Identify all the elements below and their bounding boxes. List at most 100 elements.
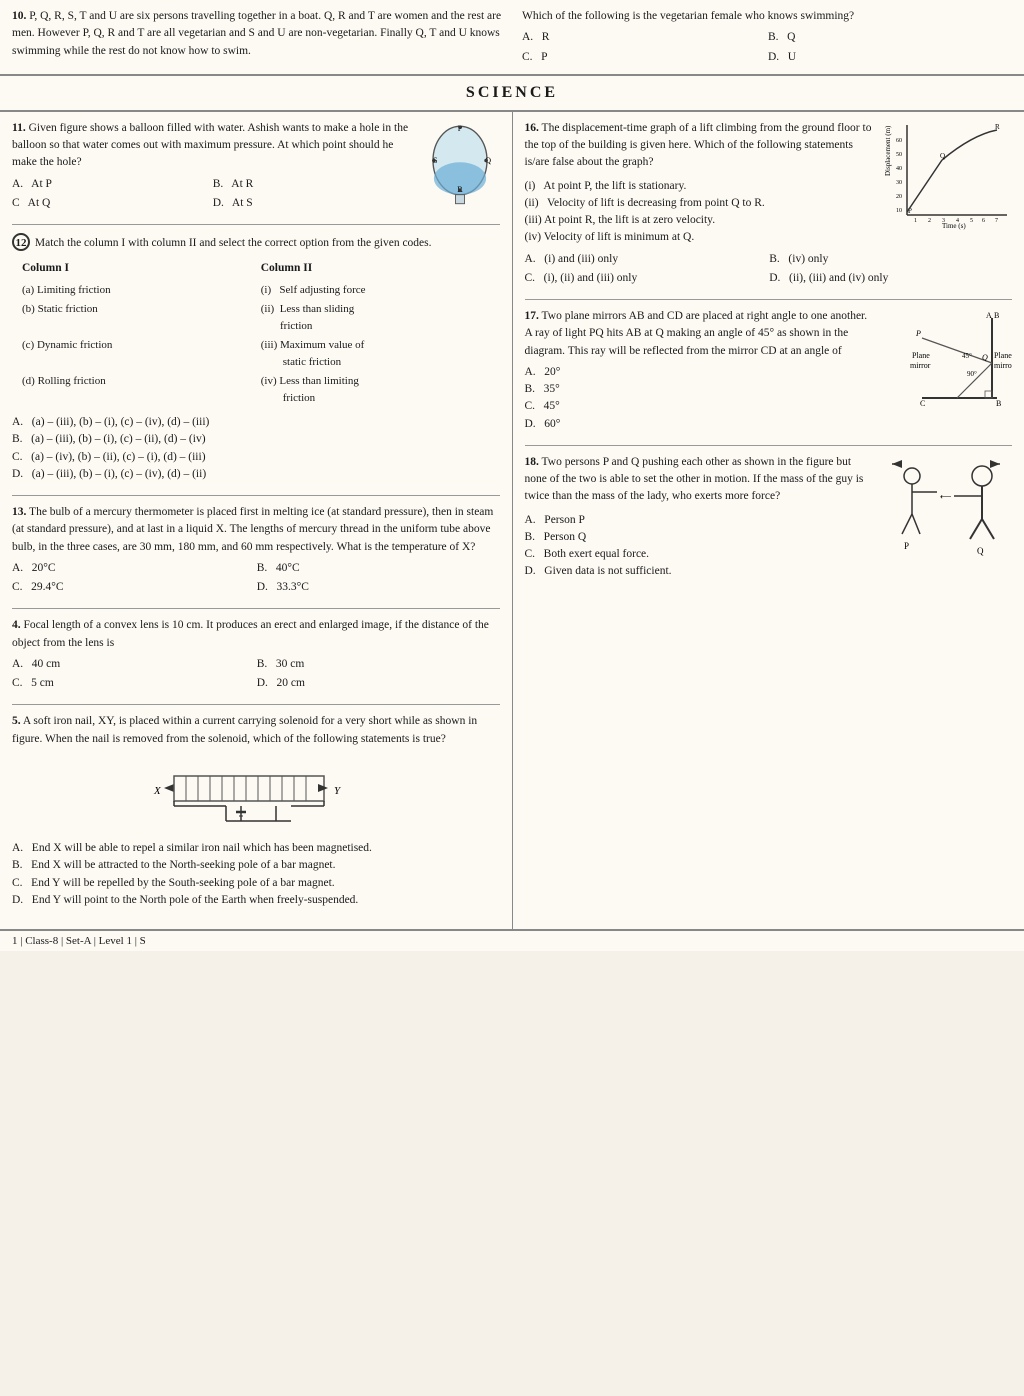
question-15: 5. A soft iron nail, XY, is placed withi… <box>12 713 500 909</box>
page: 10. P, Q, R, S, T and U are six persons … <box>0 0 1024 951</box>
col-row-3: (c) Dynamic friction (iii) Maximum value… <box>12 337 500 370</box>
q15-opt-a: A. End X will be able to repel a similar… <box>12 840 500 857</box>
svg-text:B: B <box>996 399 1001 408</box>
svg-text:60: 60 <box>896 138 902 144</box>
svg-text:X: X <box>153 785 162 797</box>
q15-options: A. End X will be able to repel a similar… <box>12 840 500 909</box>
q12-options: A. (a) – (iii), (b) – (i), (c) – (iv), (… <box>12 414 500 483</box>
q10-opt-a: A. R <box>522 29 766 46</box>
svg-text:P: P <box>904 541 909 551</box>
q15-opt-b: B. End X will be attracted to the North-… <box>12 857 500 874</box>
push-figure: P Q <box>882 454 1012 570</box>
svg-text:mirror: mirror <box>910 361 931 370</box>
question-18: P Q <box>525 454 1013 581</box>
col1-a: (a) Limiting friction <box>22 282 261 299</box>
q13-options: A. 20°C B. 40°C C. 29.4°C D. 33.3°C <box>12 560 500 597</box>
svg-text:C: C <box>920 399 925 408</box>
col2-header: Column II <box>261 260 500 277</box>
q13-opt-c: C. 29.4°C <box>12 579 255 596</box>
q15-opt-c: C. End Y will be repelled by the South-s… <box>12 875 500 892</box>
question-13: 13. The bulb of a mercury thermometer is… <box>12 504 500 596</box>
q15-num: 5. <box>12 715 21 727</box>
col1-d: (d) Rolling friction <box>22 373 261 406</box>
divider-17-18 <box>525 445 1013 446</box>
svg-text:⟵: ⟵ <box>940 492 952 501</box>
svg-text:7: 7 <box>995 218 998 224</box>
q13-opt-a: A. 20°C <box>12 560 255 577</box>
col2-iv: (iv) Less than limiting friction <box>261 373 500 406</box>
divider-14-15 <box>12 704 500 705</box>
q10-options: A. R B. Q C. P D. U <box>522 29 1012 66</box>
q11-opt-b: B. At R <box>213 176 412 193</box>
q10-opt-d: D. U <box>768 49 1012 66</box>
svg-text:B: B <box>994 311 999 320</box>
svg-text:90°: 90° <box>967 370 977 378</box>
q12-opt-c: C. (a) – (iv), (b) – (ii), (c) – (i), (d… <box>12 449 500 466</box>
svg-text:6: 6 <box>982 218 985 224</box>
question-11: P Q R S 11. Given figure shows a balloon… <box>12 120 500 212</box>
svg-text:50: 50 <box>896 152 902 158</box>
q11-options: A. At P B. At R C At Q D. At S <box>12 176 412 213</box>
col2-i: (i) Self adjusting force <box>261 282 500 299</box>
q13-opt-b: B. 40°C <box>257 560 500 577</box>
svg-text:4: 4 <box>956 218 959 224</box>
q10-opt-c: C. P <box>522 49 766 66</box>
section-header: SCIENCE <box>0 76 1024 112</box>
q11-num: 11. <box>12 122 26 134</box>
left-column: P Q R S 11. Given figure shows a balloon… <box>0 112 513 929</box>
q14-options: A. 40 cm B. 30 cm C. 5 cm D. 20 cm <box>12 656 500 693</box>
q15-text: A soft iron nail, XY, is placed within a… <box>12 715 477 744</box>
question-16: Displacement (m) Time (s) 10 20 30 40 50… <box>525 120 1013 287</box>
q18-num: 18. <box>525 456 539 468</box>
q10-num: 10. <box>12 10 26 22</box>
q11-text: Given figure shows a balloon filled with… <box>12 122 408 169</box>
mirror-figure: B C B Plane mirror Plane mirror A <box>882 308 1012 434</box>
right-column: Displacement (m) Time (s) 10 20 30 40 50… <box>513 112 1024 929</box>
question-14: 4. Focal length of a convex lens is 10 c… <box>12 617 500 692</box>
q13-num: 13. <box>12 506 26 518</box>
balloon-figure: P Q R S <box>420 120 500 216</box>
q14-num: 4. <box>12 619 21 631</box>
q12-opt-b: B. (a) – (iii), (b) – (i), (c) – (ii), (… <box>12 431 500 448</box>
q16-opt-b: B. (iv) only <box>769 251 1012 268</box>
footer-left: 1 | Class-8 | Set-A | Level 1 | S <box>12 935 146 947</box>
col1-b: (b) Static friction <box>22 301 261 334</box>
col2-ii: (ii) Less than sliding friction <box>261 301 500 334</box>
q18-text: Two persons P and Q pushing each other a… <box>525 456 864 503</box>
svg-text:5: 5 <box>970 218 973 224</box>
top-left: 10. P, Q, R, S, T and U are six persons … <box>12 8 502 66</box>
col1-c: (c) Dynamic friction <box>22 337 261 370</box>
question-17: B C B Plane mirror Plane mirror A <box>525 308 1013 433</box>
q13-opt-d: D. 33.3°C <box>257 579 500 596</box>
question-12: 12 Match the column I with column II and… <box>12 233 500 483</box>
svg-text:Time (s): Time (s) <box>942 222 966 230</box>
q15-opt-d: D. End Y will point to the North pole of… <box>12 892 500 909</box>
svg-text:Q: Q <box>940 152 945 160</box>
q16-opt-d: D. (ii), (iii) and (iv) only <box>769 270 1012 287</box>
svg-text:2: 2 <box>928 218 931 224</box>
q11-opt-d: D. At S <box>213 195 412 212</box>
svg-text:20: 20 <box>896 194 902 200</box>
divider-11-12 <box>12 224 500 225</box>
svg-text:1: 1 <box>914 218 917 224</box>
graph-figure: Displacement (m) Time (s) 10 20 30 40 50… <box>882 120 1012 236</box>
divider-16-17 <box>525 299 1013 300</box>
col-row-1: (a) Limiting friction (i) Self adjusting… <box>12 282 500 299</box>
col1-header: Column I <box>22 260 261 277</box>
svg-text:45°: 45° <box>962 352 972 360</box>
q16-text: The displacement-time graph of a lift cl… <box>525 122 872 169</box>
col2-iii: (iii) Maximum value of static friction <box>261 337 500 370</box>
q14-opt-a: A. 40 cm <box>12 656 255 673</box>
q14-opt-b: B. 30 cm <box>257 656 500 673</box>
q10-opt-b: B. Q <box>768 29 1012 46</box>
q10-question: Which of the following is the vegetarian… <box>522 8 1012 25</box>
q16-options: A. (i) and (iii) only B. (iv) only C. (i… <box>525 251 1013 288</box>
svg-text:Displacement (m): Displacement (m) <box>884 125 892 176</box>
q16-num: 16. <box>525 122 539 134</box>
q17-text: Two plane mirrors AB and CD are placed a… <box>525 310 868 357</box>
q14-opt-c: C. 5 cm <box>12 675 255 692</box>
svg-text:Y: Y <box>334 785 342 797</box>
solenoid-figure: X <box>12 756 500 832</box>
divider-13-14 <box>12 608 500 609</box>
divider-12-13 <box>12 495 500 496</box>
